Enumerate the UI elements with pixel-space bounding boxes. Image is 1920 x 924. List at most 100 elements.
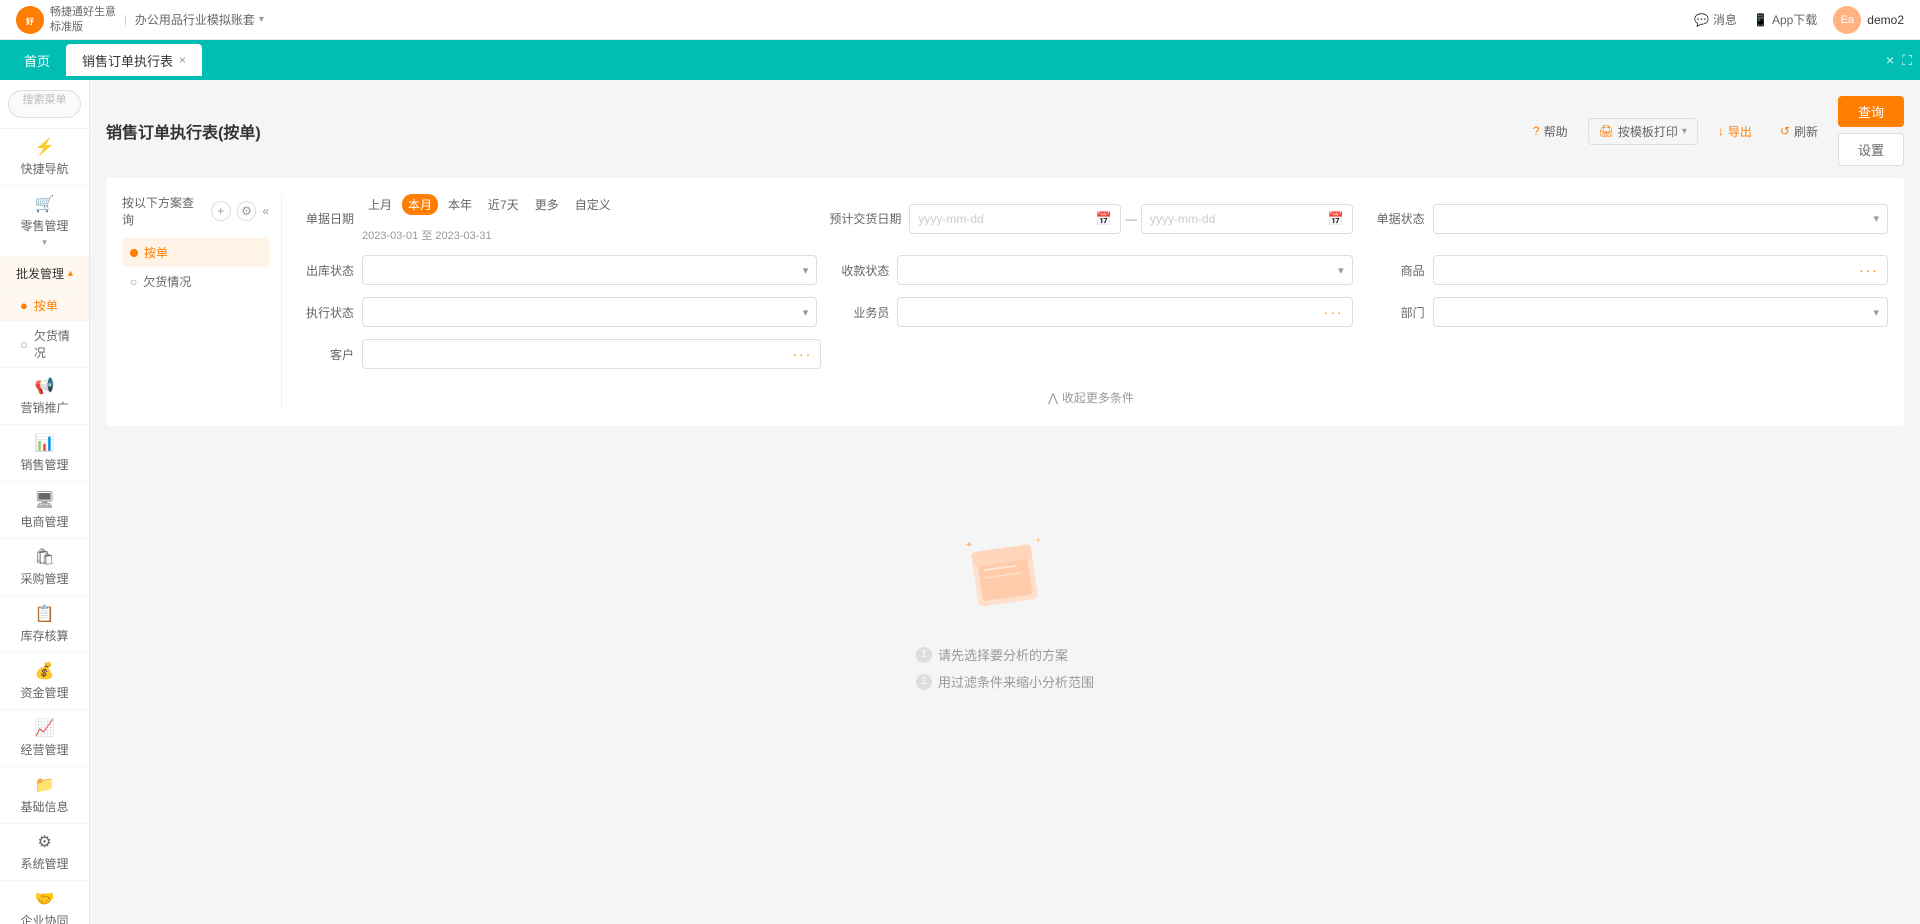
sidebar-search-display[interactable]: 搜索菜单 <box>8 90 81 118</box>
operation-icon: 📈 <box>35 718 55 738</box>
sidebar-item-sales[interactable]: 📊 销售管理 <box>0 425 89 482</box>
scheme-item-by-order[interactable]: 按单 <box>122 238 269 267</box>
marketing-icon: 📢 <box>35 376 55 396</box>
header-left: 好 畅捷通好生意 标准版 | 办公用品行业模拟账套 ▾ <box>16 5 264 34</box>
query-button[interactable]: 查询 <box>1838 96 1904 127</box>
filter-left-header: 按以下方案查询 + ⚙ « <box>122 194 269 228</box>
filter-doc-status-item: 单据状态 ▾ <box>1365 204 1888 234</box>
quick-nav-icon: ⚡ <box>35 137 55 157</box>
setting-scheme-btn[interactable]: ⚙ <box>237 201 257 221</box>
sidebar-finance-label: 资金管理 <box>20 684 68 701</box>
by-order-icon: ● <box>20 298 28 313</box>
sidebar-item-system[interactable]: ⚙ 系统管理 <box>0 824 89 881</box>
help-label: 帮助 <box>1544 123 1568 140</box>
print-btn[interactable]: 🖨 按模板打印 ▾ <box>1588 118 1698 145</box>
finance-icon: 💰 <box>35 661 55 681</box>
sidebar-item-quick-nav[interactable]: ⚡ 快捷导航 <box>0 129 89 186</box>
date-tab-more[interactable]: 更多 <box>529 194 565 215</box>
receipt-arrow-icon: ▾ <box>1338 264 1344 277</box>
breadcrumb-title[interactable]: 办公用品行业模拟账套 ▾ <box>135 11 264 28</box>
header-right: 💬 消息 📱 App下载 Ea demo2 <box>1694 6 1904 34</box>
tab-bar-right: × ⛶ <box>1886 52 1920 69</box>
date-tab-7days[interactable]: 近7天 <box>482 194 525 215</box>
filter-row-3: 执行状态 ▾ 业务员 ··· <box>294 297 1888 327</box>
help-btn[interactable]: ? 帮助 <box>1525 119 1576 144</box>
retail-arrow-icon: ▾ <box>42 237 47 248</box>
sidebar-item-marketing[interactable]: 📢 营销推广 <box>0 368 89 425</box>
sidebar-search-area: 搜索菜单 <box>0 80 89 129</box>
page-actions: ? 帮助 🖨 按模板打印 ▾ ↓ 导出 ↺ 刷新 <box>1525 96 1904 166</box>
filter-panel: 按以下方案查询 + ⚙ « 按单 ○ 欠货情况 <box>106 178 1904 426</box>
date-tab-this-year[interactable]: 本年 <box>442 194 478 215</box>
date-range-text: 2023-03-01 至 2023-03-31 <box>362 227 817 243</box>
date-tab-this-month[interactable]: 本月 <box>402 194 438 215</box>
goods-select[interactable]: ··· <box>1433 255 1888 285</box>
sidebar-sub-item-debt[interactable]: ○ 欠货情况 <box>0 321 89 368</box>
sidebar-item-operation[interactable]: 📈 经营管理 <box>0 710 89 767</box>
sidebar-sub-item-by-order[interactable]: ● 按单 <box>0 291 89 321</box>
scheme-item-debt[interactable]: ○ 欠货情况 <box>122 267 269 296</box>
retail-icon: 🛒 <box>35 194 55 214</box>
collapse-btn[interactable]: ⋀ 收起更多条件 <box>1048 389 1134 406</box>
logo-text: 畅捷通好生意 标准版 <box>50 5 116 34</box>
sidebar-item-purchase[interactable]: 🛍 采购管理 <box>0 539 89 596</box>
logo-area: 好 畅捷通好生意 标准版 <box>16 5 116 34</box>
doc-status-select[interactable]: ▾ <box>1433 204 1888 234</box>
sidebar-item-wholesale[interactable]: 批发管理 ▴ <box>0 257 89 291</box>
customer-label: 客户 <box>294 346 354 363</box>
sidebar-item-retail[interactable]: 🛒 零售管理 ▾ <box>0 186 89 257</box>
app-download-label: App下载 <box>1772 11 1817 28</box>
receipt-select[interactable]: ▾ <box>897 255 1352 285</box>
customer-select[interactable]: ··· <box>362 339 821 369</box>
expected-date-end[interactable]: yyyy-mm-dd 📅 <box>1141 204 1353 234</box>
tab-close-icon[interactable]: × <box>179 54 186 66</box>
outbound-select[interactable]: ▾ <box>362 255 817 285</box>
filter-date-item: 单据日期 上月 本月 本年 近7天 更多 自定义 <box>294 194 817 243</box>
outbound-arrow-icon: ▾ <box>803 264 809 277</box>
page-title: 销售订单执行表(按单) <box>106 119 261 143</box>
message-btn[interactable]: 💬 消息 <box>1694 11 1737 28</box>
svg-text:✦: ✦ <box>1035 536 1042 545</box>
filter-row-2: 出库状态 ▾ 收款状态 ▾ <box>294 255 1888 285</box>
export-icon: ↓ <box>1718 124 1724 138</box>
page-header: 销售订单执行表(按单) ? 帮助 🖨 按模板打印 ▾ ↓ 导出 <box>106 96 1904 166</box>
user-avatar-area[interactable]: Ea demo2 <box>1833 6 1904 34</box>
filter-row-1: 单据日期 上月 本月 本年 近7天 更多 自定义 <box>294 194 1888 243</box>
tab-home[interactable]: 首页 <box>8 44 66 76</box>
sidebar-item-ecommerce[interactable]: 🖥 电商管理 <box>0 482 89 539</box>
window-close-icon[interactable]: × <box>1886 52 1894 68</box>
exec-select[interactable]: ▾ <box>362 297 817 327</box>
by-order-label: 按单 <box>34 297 58 314</box>
sidebar-item-inventory[interactable]: 📋 库存核算 <box>0 596 89 653</box>
tab-sales-order[interactable]: 销售订单执行表 × <box>66 44 202 76</box>
expected-date-start-placeholder: yyyy-mm-dd <box>918 212 983 226</box>
date-tab-last-month[interactable]: 上月 <box>362 194 398 215</box>
dept-label: 部门 <box>1365 304 1425 321</box>
avatar: Ea <box>1833 6 1861 34</box>
dept-arrow-icon: ▾ <box>1873 306 1879 319</box>
scheme-debt-label: 欠货情况 <box>143 273 191 290</box>
refresh-btn[interactable]: ↺ 刷新 <box>1772 119 1826 144</box>
sidebar-system-label: 系统管理 <box>20 855 68 872</box>
export-btn[interactable]: ↓ 导出 <box>1710 119 1760 144</box>
date-tab-custom[interactable]: 自定义 <box>569 194 617 215</box>
export-label: 导出 <box>1728 123 1752 140</box>
sidebar-marketing-label: 营销推广 <box>20 399 68 416</box>
salesman-select[interactable]: ··· <box>897 297 1352 327</box>
expected-date-start[interactable]: yyyy-mm-dd 📅 <box>909 204 1121 234</box>
purchase-icon: 🛍 <box>34 547 54 567</box>
sidebar-retail-label: 零售管理 <box>20 217 68 234</box>
sidebar-item-basic-info[interactable]: 📁 基础信息 <box>0 767 89 824</box>
add-scheme-btn[interactable]: + <box>211 201 231 221</box>
window-expand-icon[interactable]: ⛶ <box>1902 52 1912 69</box>
sidebar-ecommerce-label: 电商管理 <box>20 513 68 530</box>
expected-date-end-placeholder: yyyy-mm-dd <box>1150 212 1215 226</box>
sidebar-item-finance[interactable]: 💰 资金管理 <box>0 653 89 710</box>
collapse-scheme-btn[interactable]: « <box>262 204 269 218</box>
avatar-text: Ea <box>1841 14 1854 26</box>
date-tabs: 上月 本月 本年 近7天 更多 自定义 <box>362 194 817 215</box>
app-download-btn[interactable]: 📱 App下载 <box>1753 11 1817 28</box>
dept-select[interactable]: ▾ <box>1433 297 1888 327</box>
sidebar-item-enterprise-collab[interactable]: 🤝 企业协同 <box>0 881 89 924</box>
setting-button[interactable]: 设置 <box>1838 133 1904 166</box>
